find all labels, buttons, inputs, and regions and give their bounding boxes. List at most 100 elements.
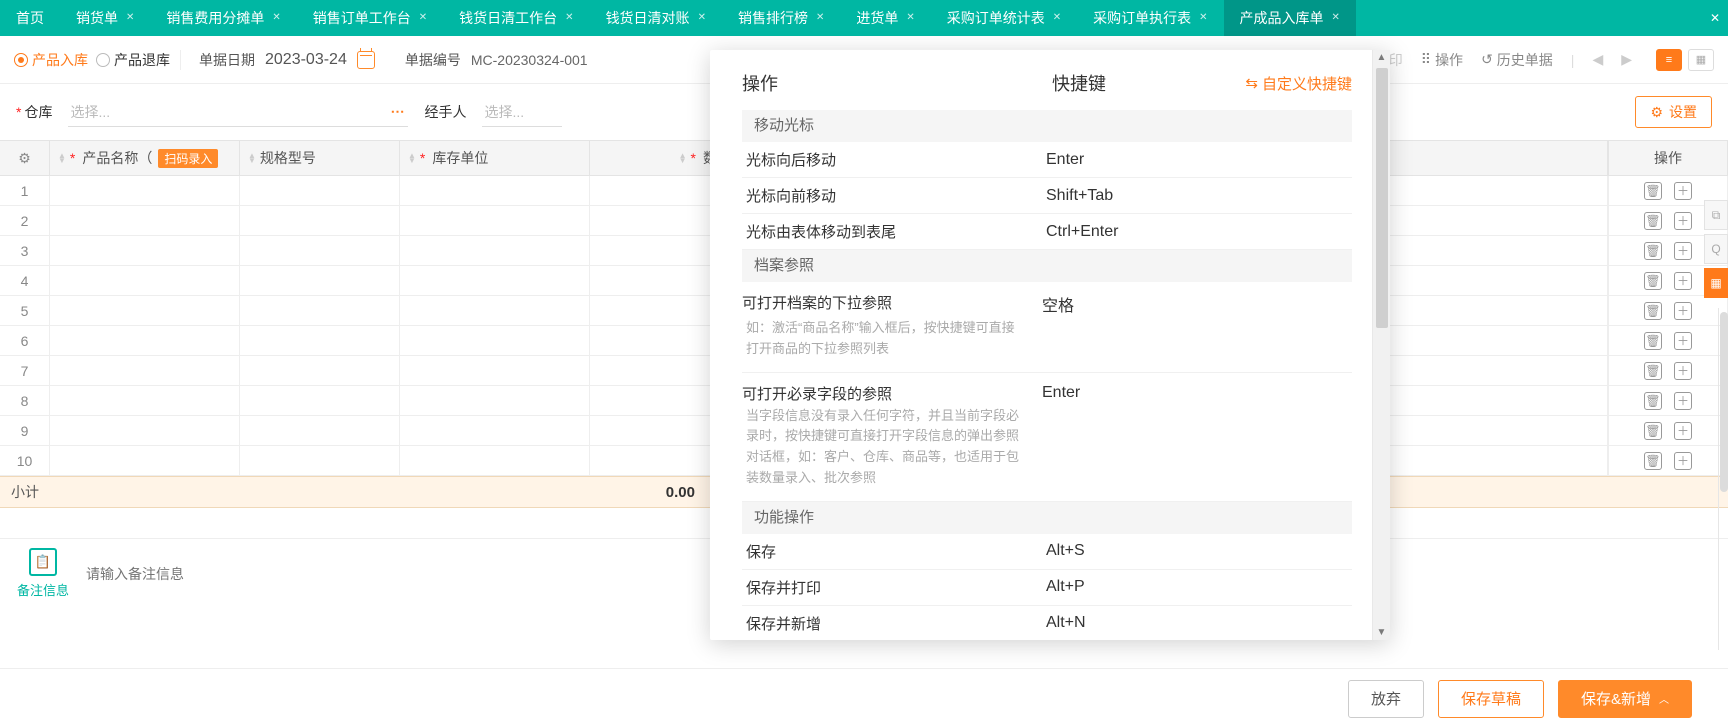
cell-unit[interactable] xyxy=(400,176,590,205)
delete-icon[interactable]: 🗑 xyxy=(1644,362,1662,380)
close-icon[interactable]: ✕ xyxy=(816,0,824,36)
tab-sales-workbench[interactable]: 销售订单工作台✕ xyxy=(297,0,443,36)
save-new-button[interactable]: 保存&新增︿ xyxy=(1558,680,1692,718)
view-list-icon[interactable]: ≡ xyxy=(1656,49,1682,71)
close-icon[interactable]: ✕ xyxy=(419,0,427,36)
col-name[interactable]: ▲▼ *产品名称（扫码录入 xyxy=(50,141,240,175)
next-icon[interactable]: ▶ xyxy=(1621,51,1632,68)
custom-shortcut-button[interactable]: ⇆自定义快捷键 xyxy=(1245,73,1352,94)
add-icon[interactable]: ＋ xyxy=(1674,392,1692,410)
side-tab-2[interactable]: Q xyxy=(1704,234,1728,264)
tab-daily-recon[interactable]: 钱货日清对账✕ xyxy=(590,0,722,36)
prev-icon[interactable]: ◀ xyxy=(1592,51,1603,68)
add-icon[interactable]: ＋ xyxy=(1674,302,1692,320)
tab-daily-workbench[interactable]: 钱货日清工作台✕ xyxy=(443,0,589,36)
cell-name[interactable] xyxy=(50,236,240,265)
setting-button[interactable]: ⚙设置 xyxy=(1635,96,1712,128)
calendar-icon[interactable] xyxy=(357,51,375,69)
close-icon[interactable]: ✕ xyxy=(906,0,914,36)
cell-unit[interactable] xyxy=(400,266,590,295)
handler-select[interactable]: 选择... xyxy=(482,97,562,127)
add-icon[interactable]: ＋ xyxy=(1674,452,1692,470)
scroll-down-icon[interactable]: ▼ xyxy=(1373,627,1390,638)
cell-name[interactable] xyxy=(50,206,240,235)
scroll-thumb[interactable] xyxy=(1376,68,1388,328)
delete-icon[interactable]: 🗑 xyxy=(1644,452,1662,470)
more-icon[interactable]: ⋯ xyxy=(390,103,406,120)
scan-badge[interactable]: 扫码录入 xyxy=(158,149,218,168)
operate-button[interactable]: ⠿操作 xyxy=(1421,50,1463,70)
cell-unit[interactable] xyxy=(400,446,590,475)
add-icon[interactable]: ＋ xyxy=(1674,422,1692,440)
cell-name[interactable] xyxy=(50,386,240,415)
delete-icon[interactable]: 🗑 xyxy=(1644,272,1662,290)
popover-scrollbar[interactable]: ▲ ▼ xyxy=(1372,50,1390,640)
delete-icon[interactable]: 🗑 xyxy=(1644,302,1662,320)
side-tab-1[interactable]: ⧉ xyxy=(1704,200,1728,230)
discard-button[interactable]: 放弃 xyxy=(1348,680,1424,718)
cell-spec[interactable] xyxy=(240,176,400,205)
close-icon[interactable]: ✕ xyxy=(565,0,573,36)
save-draft-button[interactable]: 保存草稿 xyxy=(1438,680,1544,718)
cell-unit[interactable] xyxy=(400,236,590,265)
cell-spec[interactable] xyxy=(240,206,400,235)
cell-spec[interactable] xyxy=(240,236,400,265)
cell-name[interactable] xyxy=(50,356,240,385)
tab-po-stats[interactable]: 采购订单统计表✕ xyxy=(931,0,1077,36)
close-icon[interactable]: ✕ xyxy=(126,0,134,36)
scroll-up-icon[interactable]: ▲ xyxy=(1373,52,1390,63)
cell-unit[interactable] xyxy=(400,326,590,355)
cell-name[interactable] xyxy=(50,296,240,325)
cell-spec[interactable] xyxy=(240,296,400,325)
cell-name[interactable] xyxy=(50,416,240,445)
tab-purchase[interactable]: 进货单✕ xyxy=(840,0,930,36)
delete-icon[interactable]: 🗑 xyxy=(1644,422,1662,440)
tabstrip-close-icon[interactable]: ✕ xyxy=(1710,11,1720,25)
delete-icon[interactable]: 🗑 xyxy=(1644,212,1662,230)
close-icon[interactable]: ✕ xyxy=(272,0,280,36)
cell-spec[interactable] xyxy=(240,446,400,475)
add-icon[interactable]: ＋ xyxy=(1674,212,1692,230)
add-icon[interactable]: ＋ xyxy=(1674,362,1692,380)
delete-icon[interactable]: 🗑 xyxy=(1644,392,1662,410)
cell-spec[interactable] xyxy=(240,356,400,385)
cell-spec[interactable] xyxy=(240,266,400,295)
cell-spec[interactable] xyxy=(240,326,400,355)
close-icon[interactable]: ✕ xyxy=(1053,0,1061,36)
history-button[interactable]: ↺历史单据 xyxy=(1481,50,1553,70)
tab-finished-in[interactable]: 产成品入库单✕ xyxy=(1224,0,1356,36)
cell-name[interactable] xyxy=(50,266,240,295)
side-tab-3[interactable]: ▦ xyxy=(1704,268,1728,298)
col-spec[interactable]: ▲▼规格型号 xyxy=(240,141,400,175)
add-icon[interactable]: ＋ xyxy=(1674,182,1692,200)
cell-spec[interactable] xyxy=(240,386,400,415)
tab-sales-rank[interactable]: 销售排行榜✕ xyxy=(722,0,840,36)
date-value[interactable]: 2023-03-24 xyxy=(265,51,347,69)
delete-icon[interactable]: 🗑 xyxy=(1644,242,1662,260)
cell-spec[interactable] xyxy=(240,416,400,445)
radio-product-out[interactable]: 产品退库 xyxy=(96,50,170,70)
add-icon[interactable]: ＋ xyxy=(1674,332,1692,350)
cell-name[interactable] xyxy=(50,176,240,205)
tab-po-exec[interactable]: 采购订单执行表✕ xyxy=(1077,0,1223,36)
tab-home[interactable]: 首页 xyxy=(0,0,60,36)
view-card-icon[interactable]: ▦ xyxy=(1688,49,1714,71)
delete-icon[interactable]: 🗑 xyxy=(1644,332,1662,350)
cell-name[interactable] xyxy=(50,446,240,475)
close-icon[interactable]: ✕ xyxy=(698,0,706,36)
cell-name[interactable] xyxy=(50,326,240,355)
delete-icon[interactable]: 🗑 xyxy=(1644,182,1662,200)
add-icon[interactable]: ＋ xyxy=(1674,242,1692,260)
cell-unit[interactable] xyxy=(400,296,590,325)
cell-unit[interactable] xyxy=(400,386,590,415)
warehouse-select[interactable]: 选择...⋯ xyxy=(68,97,408,127)
close-icon[interactable]: ✕ xyxy=(1332,0,1340,36)
radio-product-in[interactable]: 产品入库 xyxy=(14,50,88,70)
col-unit[interactable]: ▲▼*库存单位 xyxy=(400,141,590,175)
column-config-icon[interactable]: ⚙ xyxy=(0,141,50,175)
close-icon[interactable]: ✕ xyxy=(1199,0,1207,36)
grid-scrollbar[interactable] xyxy=(1718,308,1728,650)
add-icon[interactable]: ＋ xyxy=(1674,272,1692,290)
cell-unit[interactable] xyxy=(400,416,590,445)
cell-unit[interactable] xyxy=(400,206,590,235)
